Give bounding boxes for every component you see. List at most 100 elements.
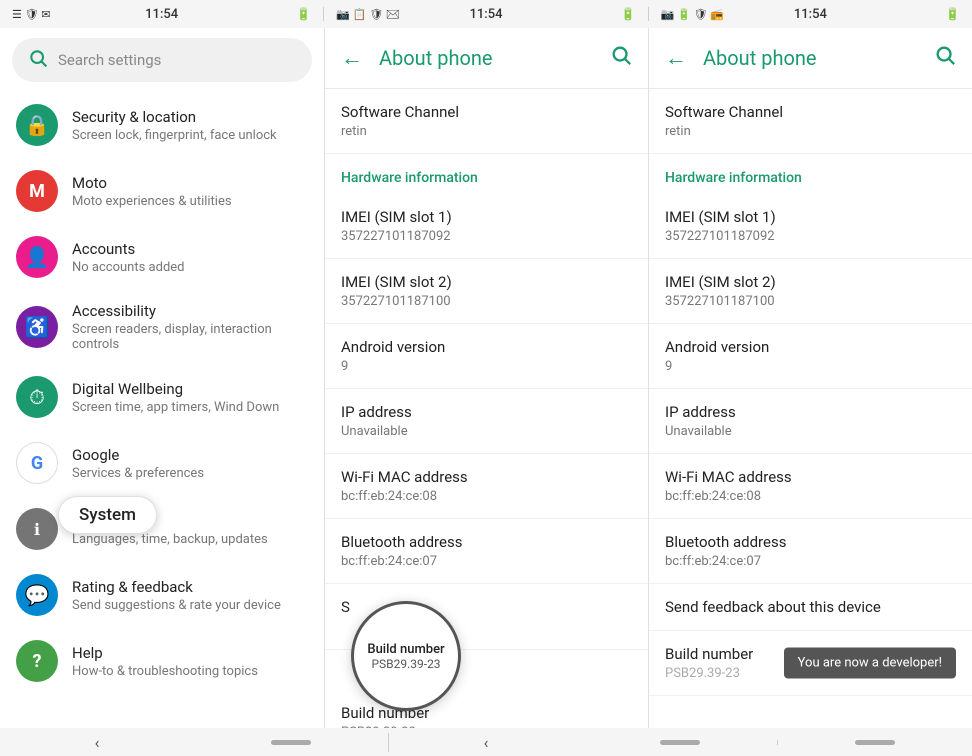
rating-title: Rating & feedback [72,578,308,596]
about-item-imei2-1[interactable]: IMEI (SIM slot 2) 357227101187100 [325,259,648,324]
wifi-title-2: Wi-Fi MAC address [665,468,956,486]
nav-back-2[interactable]: ‹ [388,733,583,752]
google-item-text: Google Services & preferences [72,446,308,481]
digitalwellbeing-subtitle: Screen time, app timers, Wind Down [72,400,308,415]
moto-title: Moto [72,174,308,192]
rating-item-text: Rating & feedback Send suggestions & rat… [72,578,308,613]
back-arrow-1[interactable]: ← [341,45,363,71]
battery-icon-2: 🔋 [621,7,636,21]
help-item-text: Help How-to & troubleshooting topics [72,644,308,679]
nav-home-3 [777,740,972,745]
about-item-bluetooth-1[interactable]: Bluetooth address bc:ff:eb:24:ce:07 [325,519,648,584]
hardware-info-header-2: Hardware information [649,154,972,194]
accessibility-icon: ♿ [16,306,58,348]
software-channel-value-1: retin [341,124,632,139]
accounts-subtitle: No accounts added [72,260,308,275]
sidebar-item-security[interactable]: 🔒 Security & location Screen lock, finge… [0,92,324,158]
about-content-1: Software Channel retin Hardware informat… [325,89,648,728]
imei1-title-1: IMEI (SIM slot 1) [341,208,632,226]
sidebar-item-accounts[interactable]: 👤 Accounts No accounts added [0,224,324,290]
about-item-android-1[interactable]: Android version 9 [325,324,648,389]
nav-back-1[interactable]: ‹ [0,733,194,752]
about-item-software-channel-2[interactable]: Software Channel retin [649,89,972,154]
battery-icon-3: 🔋 [945,7,960,21]
imei2-value-2: 357227101187100 [665,294,956,309]
sidebar-item-system[interactable]: ℹ System Languages, time, backup, update… [0,496,324,562]
about-item-feedback-2[interactable]: Send feedback about this device [649,584,972,631]
status-left-3: 📷 🔋 🛡 📻 [649,8,757,21]
bluetooth-title-1: Bluetooth address [341,533,632,551]
google-title: Google [72,446,308,464]
battery-icon-1: 🔋 [296,7,311,21]
google-icon: G [16,442,58,484]
about-item-bluetooth-2[interactable]: Bluetooth address bc:ff:eb:24:ce:07 [649,519,972,584]
status-time-3: 11:54 [794,7,827,22]
software-channel-title-1: Software Channel [341,103,632,121]
digitalwellbeing-icon: ⏱ [16,376,58,418]
ip-value-1: Unavailable [341,424,632,439]
security-subtitle: Screen lock, fingerprint, face unlock [72,128,308,143]
nav-bar: ‹ ‹ [0,728,972,756]
accounts-icon: 👤 [16,236,58,278]
wifi-value-1: bc:ff:eb:24:ce:08 [341,489,632,504]
sidebar-item-help[interactable]: ? Help How-to & troubleshooting topics [0,628,324,694]
system-icon: ℹ [16,508,58,550]
accounts-item-text: Accounts No accounts added [72,240,308,275]
nav-back-icon-2: ‹ [484,733,489,752]
about-content-2: Software Channel retin Hardware informat… [649,89,972,728]
help-icon: ? [16,640,58,682]
android-title-1: Android version [341,338,632,356]
status-icons-left-2: 📷 📋 🛡 ✉ [336,8,400,21]
wifi-title-1: Wi-Fi MAC address [341,468,632,486]
ip-value-2: Unavailable [665,424,956,439]
about-item-build-2[interactable]: Build number PSB29.39-23 You are now a d… [649,631,972,696]
sidebar-item-rating[interactable]: 💬 Rating & feedback Send suggestions & r… [0,562,324,628]
build-circle-title: Build number [367,642,444,657]
status-icons-left-3: 📷 🔋 🛡 📻 [661,8,724,21]
search-button-2[interactable] [934,44,956,72]
help-subtitle: How-to & troubleshooting topics [72,664,308,679]
about-item-ip-2[interactable]: IP address Unavailable [649,389,972,454]
search-bar[interactable]: Search settings [12,38,312,82]
bluetooth-title-2: Bluetooth address [665,533,956,551]
nav-handle-3 [855,740,895,745]
accessibility-subtitle: Screen readers, display, interaction con… [72,322,308,352]
nav-handle-1 [271,740,311,745]
about-item-wifi-1[interactable]: Wi-Fi MAC address bc:ff:eb:24:ce:08 [325,454,648,519]
status-time-2: 11:54 [470,7,503,22]
about-item-feedback-1[interactable]: S Build number PSB29.39-23 [325,584,648,650]
search-icon [28,48,48,72]
about-item-ip-1[interactable]: IP address Unavailable [325,389,648,454]
rating-icon: 💬 [16,574,58,616]
ip-title-2: IP address [665,403,956,421]
security-item-text: Security & location Screen lock, fingerp… [72,108,308,143]
sidebar-item-accessibility[interactable]: ♿ Accessibility Screen readers, display,… [0,290,324,364]
about-item-software-channel-1[interactable]: Software Channel retin [325,89,648,154]
accessibility-title: Accessibility [72,302,308,320]
android-value-2: 9 [665,359,956,374]
google-subtitle: Services & preferences [72,466,308,481]
nav-handle-2 [660,740,700,745]
imei1-value-1: 357227101187092 [341,229,632,244]
build-circle-value: PSB29.39-23 [371,657,440,671]
back-arrow-2[interactable]: ← [665,45,687,71]
about-item-wifi-2[interactable]: Wi-Fi MAC address bc:ff:eb:24:ce:08 [649,454,972,519]
sidebar-item-moto[interactable]: M Moto Moto experiences & utilities [0,158,324,224]
software-channel-title-2: Software Channel [665,103,956,121]
about-item-imei2-2[interactable]: IMEI (SIM slot 2) 357227101187100 [649,259,972,324]
about-header-2: ← About phone [649,28,972,89]
sidebar-item-digitalwellbeing[interactable]: ⏱ Digital Wellbeing Screen time, app tim… [0,364,324,430]
sidebar-item-google[interactable]: G Google Services & preferences [0,430,324,496]
about-item-imei1-1[interactable]: IMEI (SIM slot 1) 357227101187092 [325,194,648,259]
about-item-imei1-2[interactable]: IMEI (SIM slot 1) 357227101187092 [649,194,972,259]
status-right-3: 🔋 [864,7,972,21]
about-title-2: About phone [703,46,934,70]
about-panel-1: ← About phone Software Channel retin Har… [325,28,649,728]
about-item-android-2[interactable]: Android version 9 [649,324,972,389]
nav-back-icon-1: ‹ [95,733,100,752]
hardware-info-header-1: Hardware information [325,154,648,194]
status-left-1: ☰ 🛡 ✉ [0,8,108,21]
search-button-1[interactable] [610,44,632,72]
about-header-1: ← About phone [325,28,648,89]
accessibility-item-text: Accessibility Screen readers, display, i… [72,302,308,352]
